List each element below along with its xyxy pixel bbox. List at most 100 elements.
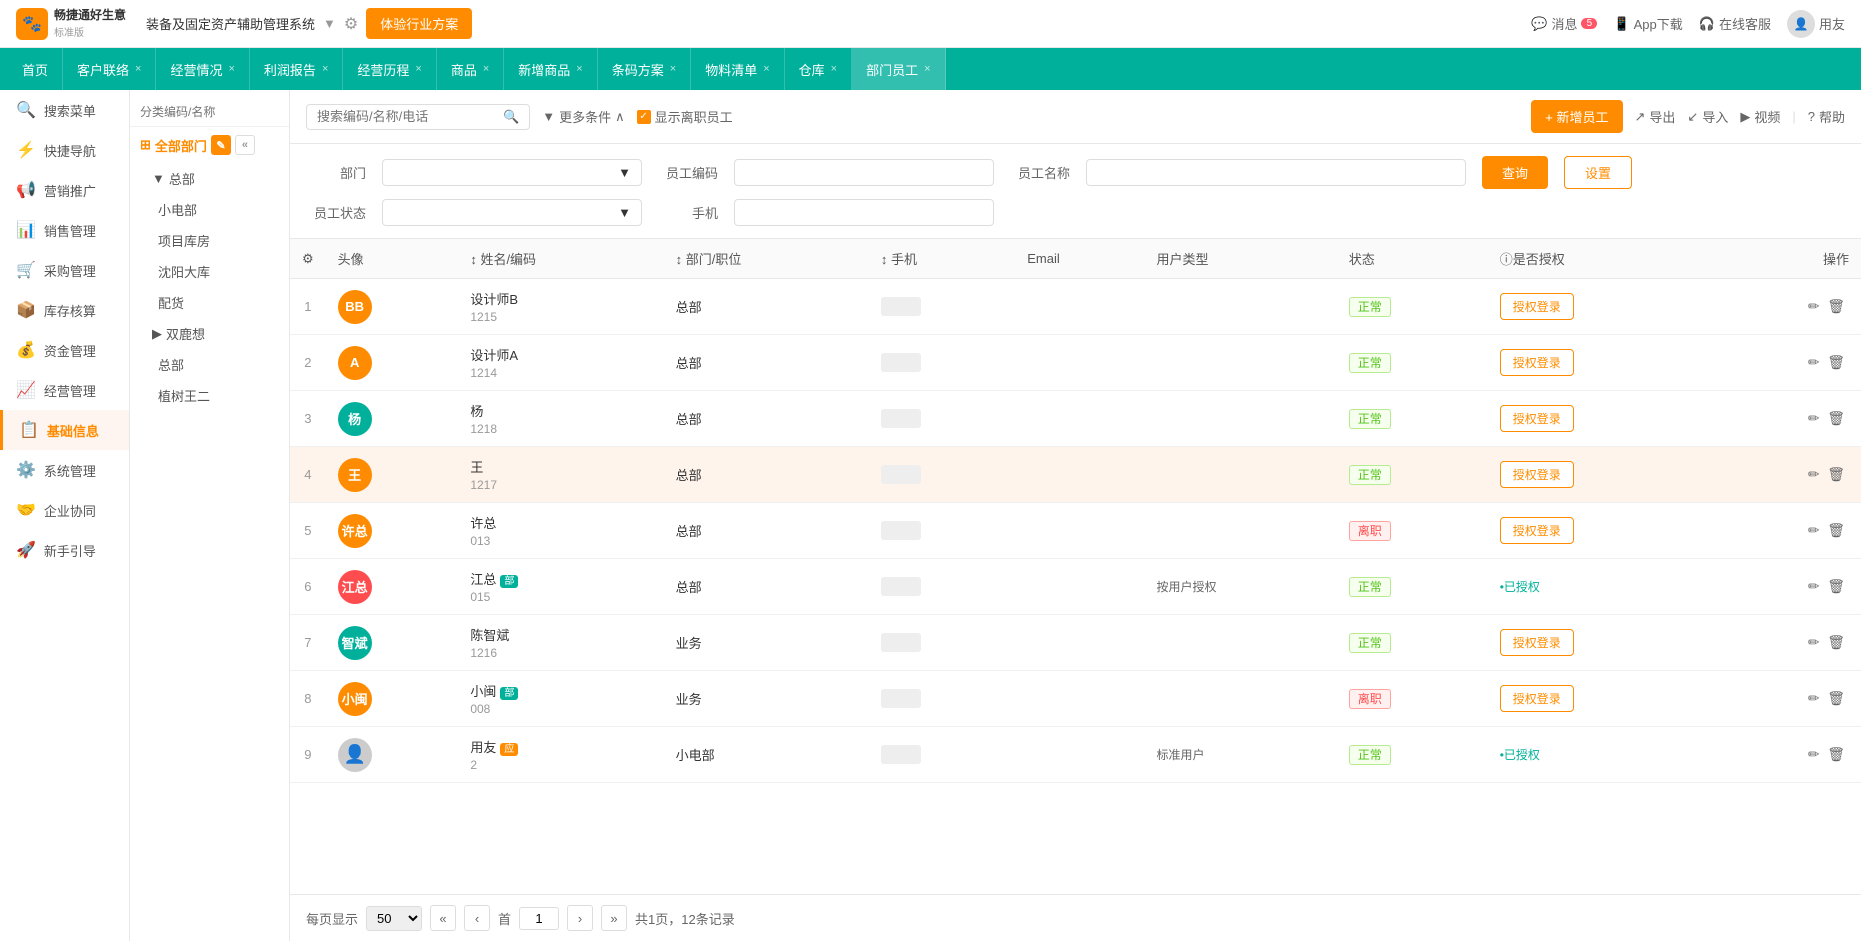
sidebar-item-enterprise[interactable]: 🤝 企业协同 xyxy=(0,490,129,530)
sidebar-item-quick-nav[interactable]: ⚡ 快捷导航 xyxy=(0,130,129,170)
sidebar-item-guide[interactable]: 🚀 新手引导 xyxy=(0,530,129,570)
sidebar-item-finance[interactable]: 💰 资金管理 xyxy=(0,330,129,370)
add-employee-button[interactable]: + 新增员工 xyxy=(1531,100,1622,133)
edit-button[interactable]: ✏ xyxy=(1808,634,1820,650)
user-menu[interactable]: 👤 用友 xyxy=(1787,10,1845,38)
tab-add-goods[interactable]: 新增商品 × xyxy=(504,48,597,90)
page-input[interactable] xyxy=(519,907,559,930)
tab-bom[interactable]: 物料清单 × xyxy=(691,48,784,90)
first-page-button[interactable]: « xyxy=(430,905,456,931)
auth-button[interactable]: 授权登录 xyxy=(1500,349,1574,376)
auth-button[interactable]: 授权登录 xyxy=(1500,685,1574,712)
more-filter-button[interactable]: ▼ 更多条件 ∧ xyxy=(542,107,624,126)
app-download-button[interactable]: 📱 App下载 xyxy=(1613,14,1682,33)
dept-tree-group-shuanglu[interactable]: ▶ 双鹿想 xyxy=(138,318,289,349)
sidebar-item-basic-info[interactable]: 📋 基础信息 xyxy=(0,410,129,450)
dept-filter-select[interactable]: ▼ xyxy=(382,159,642,186)
sidebar-item-purchase[interactable]: 🛒 采购管理 xyxy=(0,250,129,290)
col-dept[interactable]: ↕ 部门/职位 xyxy=(664,239,869,279)
dept-search-input[interactable] xyxy=(140,105,290,119)
last-page-button[interactable]: » xyxy=(601,905,627,931)
edit-button[interactable]: ✏ xyxy=(1808,578,1820,594)
emp-name: 许总 xyxy=(470,513,651,532)
tab-customer[interactable]: 客户联络 × xyxy=(63,48,156,90)
prev-page-button[interactable]: ‹ xyxy=(464,905,490,931)
dept-tree-item-xiaodian[interactable]: 小电部 xyxy=(138,194,289,225)
edit-button[interactable]: ✏ xyxy=(1808,690,1820,706)
tab-profit[interactable]: 利润报告 × xyxy=(250,48,343,90)
search-submit-icon[interactable]: 🔍 xyxy=(503,109,519,125)
experience-button[interactable]: 体验行业方案 xyxy=(366,8,472,39)
settings-icon[interactable]: ⚙ xyxy=(344,14,358,34)
col-settings[interactable]: ⚙ xyxy=(290,239,326,279)
tab-journey[interactable]: 经营历程 × xyxy=(343,48,436,90)
ying-tag: 应 xyxy=(500,743,518,756)
tab-warehouse[interactable]: 仓库 × xyxy=(785,48,852,90)
sidebar-item-operations[interactable]: 📈 经营管理 xyxy=(0,370,129,410)
reset-button[interactable]: 设置 xyxy=(1564,156,1632,189)
dept-edit-button[interactable]: ✎ xyxy=(211,135,231,155)
auth-button[interactable]: 授权登录 xyxy=(1500,517,1574,544)
dept-tree-item-zhishu[interactable]: 植树王二 xyxy=(138,380,289,411)
delete-button[interactable]: 🗑 xyxy=(1827,746,1845,762)
delete-button[interactable]: 🗑 xyxy=(1827,466,1845,482)
export-button[interactable]: ↗ 导出 xyxy=(1635,107,1676,126)
view-button[interactable]: ▶ 视频 xyxy=(1740,107,1780,126)
query-button[interactable]: 查询 xyxy=(1482,156,1548,189)
edit-button[interactable]: ✏ xyxy=(1808,522,1820,538)
tab-barcode[interactable]: 条码方案 × xyxy=(598,48,691,90)
auth-button[interactable]: 授权登录 xyxy=(1500,629,1574,656)
auth-button[interactable]: 授权登录 xyxy=(1500,461,1574,488)
col-phone[interactable]: ↕ 手机 xyxy=(869,239,1015,279)
edit-button[interactable]: ✏ xyxy=(1808,746,1820,762)
dept-tree-group-root: ▼ 总部 小电部 项目库房 沈阳大库 配货 ▶ 双鹿想 总部 植树王二 xyxy=(130,163,289,411)
auth-button[interactable]: 授权登录 xyxy=(1500,293,1574,320)
delete-button[interactable]: 🗑 xyxy=(1827,522,1845,538)
import-button[interactable]: ↙ 导入 xyxy=(1687,107,1728,126)
page-size-select[interactable]: 50 100 200 xyxy=(366,906,422,931)
dept-tree-item-peihuo[interactable]: 配货 xyxy=(138,287,289,318)
delete-button[interactable]: 🗑 xyxy=(1827,298,1845,314)
emp-status-filter-select[interactable]: ▼ xyxy=(382,199,642,226)
auth-button[interactable]: 授权登录 xyxy=(1500,405,1574,432)
tab-dept-staff[interactable]: 部门员工 × xyxy=(852,48,945,90)
sidebar-item-inventory[interactable]: 📦 库存核算 xyxy=(0,290,129,330)
emp-code-filter-input[interactable] xyxy=(734,159,994,186)
edit-button[interactable]: ✏ xyxy=(1808,298,1820,314)
delete-button[interactable]: 🗑 xyxy=(1827,634,1845,650)
edit-button[interactable]: ✏ xyxy=(1808,410,1820,426)
show-resigned-checkbox[interactable]: ✓ 显示离职员工 xyxy=(637,107,733,126)
edit-button[interactable]: ✏ xyxy=(1808,466,1820,482)
emp-code: 1215 xyxy=(470,310,651,324)
dropdown-arrow-icon[interactable]: ▼ xyxy=(323,16,336,31)
tab-goods[interactable]: 商品 × xyxy=(437,48,504,90)
delete-button[interactable]: 🗑 xyxy=(1827,578,1845,594)
delete-button[interactable]: 🗑 xyxy=(1827,410,1845,426)
row-op: ✏ 🗑 xyxy=(1712,447,1861,503)
help-button[interactable]: ? 帮助 xyxy=(1808,107,1845,126)
delete-button[interactable]: 🗑 xyxy=(1827,690,1845,706)
dept-tree-item-shenyang[interactable]: 沈阳大库 xyxy=(138,256,289,287)
sidebar-item-marketing[interactable]: 📢 营销推广 xyxy=(0,170,129,210)
sidebar-item-search[interactable]: 🔍 搜索菜单 xyxy=(0,90,129,130)
dept-collapse-button[interactable]: « xyxy=(235,135,255,155)
next-page-button[interactable]: › xyxy=(567,905,593,931)
dept-tree-header[interactable]: ⊞ 全部部门 ✎ « xyxy=(130,127,289,163)
row-status: 正常 xyxy=(1337,335,1488,391)
edit-button[interactable]: ✏ xyxy=(1808,354,1820,370)
tab-operations[interactable]: 经营情况 × xyxy=(156,48,249,90)
sidebar-item-system[interactable]: ⚙️ 系统管理 xyxy=(0,450,129,490)
row-dept: 总部 xyxy=(664,447,869,503)
emp-name-filter-input[interactable] xyxy=(1086,159,1466,186)
sidebar-item-sales[interactable]: 📊 销售管理 xyxy=(0,210,129,250)
search-input[interactable] xyxy=(317,109,497,124)
tab-home[interactable]: 首页 xyxy=(8,48,63,90)
dept-tree-group-zongbu[interactable]: ▼ 总部 xyxy=(138,163,289,194)
message-button[interactable]: 💬 消息 5 xyxy=(1531,14,1597,33)
online-service-button[interactable]: 🎧 在线客服 xyxy=(1699,14,1771,33)
phone-filter-input[interactable] xyxy=(734,199,994,226)
col-name[interactable]: ↕ 姓名/编码 xyxy=(458,239,663,279)
dept-tree-item-zongbu2[interactable]: 总部 xyxy=(138,349,289,380)
delete-button[interactable]: 🗑 xyxy=(1827,354,1845,370)
dept-tree-item-project[interactable]: 项目库房 xyxy=(138,225,289,256)
